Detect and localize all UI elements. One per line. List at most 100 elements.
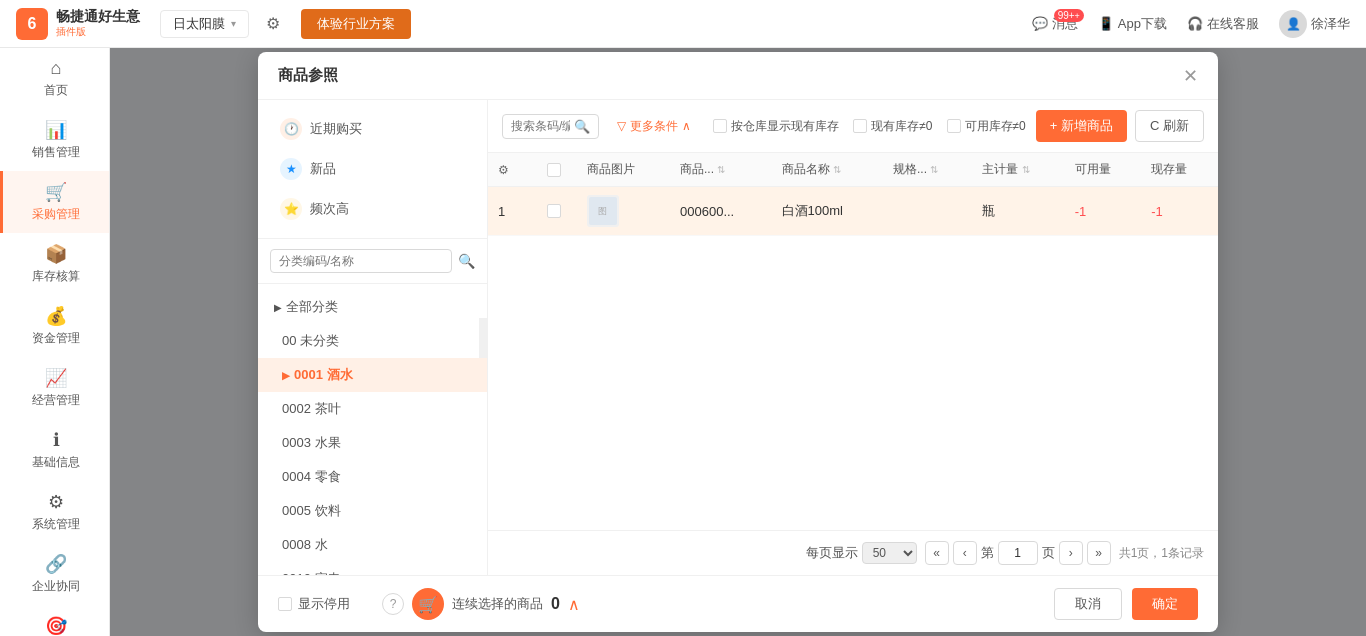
footer-left: 显示停用 bbox=[278, 595, 350, 613]
th-spec[interactable]: 规格... ⇅ bbox=[883, 153, 972, 187]
sidebar-item-cooperation[interactable]: 🔗 企业协同 bbox=[0, 543, 109, 605]
quick-recent-purchase[interactable]: 🕐 近期购买 bbox=[270, 112, 475, 146]
category-00[interactable]: 00 未分类 bbox=[258, 324, 487, 358]
show-disabled-checkbox[interactable]: 显示停用 bbox=[278, 595, 350, 613]
td-spec bbox=[883, 187, 972, 236]
sidebar-item-sales[interactable]: 📊 销售管理 bbox=[0, 109, 109, 171]
filter-label: 更多条件 bbox=[630, 118, 678, 135]
settings-icon[interactable]: ⚙ bbox=[257, 8, 289, 40]
first-page-button[interactable]: « bbox=[925, 541, 949, 565]
quick-access-panel: 🕐 近期购买 ★ 新品 ⭐ 频次高 bbox=[258, 100, 487, 239]
sidebar-item-operations[interactable]: 📈 经营管理 bbox=[0, 357, 109, 419]
prev-page-button[interactable]: ‹ bbox=[953, 541, 977, 565]
sidebar-item-home[interactable]: ⌂ 首页 bbox=[0, 48, 109, 109]
sidebar-item-inventory[interactable]: 📦 库存核算 bbox=[0, 233, 109, 295]
quick-new-products[interactable]: ★ 新品 bbox=[270, 152, 475, 186]
modal-overlay: 商品参照 ✕ 🕐 近期购买 ★ bbox=[110, 48, 1366, 636]
th-unit[interactable]: 主计量 ⇅ bbox=[972, 153, 1064, 187]
sales-icon: 📊 bbox=[45, 119, 67, 141]
table-body: 1 图 000600... 白酒100ml bbox=[488, 187, 1218, 236]
main-layout: ⌂ 首页 📊 销售管理 🛒 采购管理 📦 库存核算 💰 资金管理 📈 经营管理 … bbox=[0, 48, 1366, 636]
sidebar-label-inventory: 库存核算 bbox=[32, 268, 80, 285]
td-available: -1 bbox=[1065, 187, 1142, 236]
th-checkbox[interactable] bbox=[530, 153, 577, 187]
td-code: 000600... bbox=[670, 187, 772, 236]
checkbox-available-stock[interactable]: 现有库存≠0 bbox=[853, 118, 932, 135]
footer-middle: ? 🛒 连续选择的商品 0 ∧ bbox=[382, 588, 580, 620]
modal-close-button[interactable]: ✕ bbox=[1183, 67, 1198, 85]
phone-icon: 📱 bbox=[1098, 16, 1114, 31]
page-navigation: « ‹ 第 页 › » bbox=[925, 541, 1111, 565]
total-info: 共1页，1条记录 bbox=[1119, 545, 1204, 562]
store-name: 日太阳膜 bbox=[173, 15, 225, 33]
purchase-icon: 🛒 bbox=[45, 181, 67, 203]
panel-collapse-button[interactable]: 《 bbox=[479, 318, 488, 358]
sidebar-item-purchase[interactable]: 🛒 采购管理 bbox=[0, 171, 109, 233]
refresh-button[interactable]: C 刷新 bbox=[1135, 110, 1204, 142]
sidebar-label-cooperation: 企业协同 bbox=[32, 578, 80, 595]
last-page-button[interactable]: » bbox=[1087, 541, 1111, 565]
store-selector[interactable]: 日太阳膜 ▾ bbox=[160, 10, 249, 38]
th-gear[interactable]: ⚙ bbox=[488, 153, 530, 187]
table-row[interactable]: 1 图 000600... 白酒100ml bbox=[488, 187, 1218, 236]
headset-icon: 🎧 bbox=[1187, 16, 1203, 31]
warehouse-stock-checkbox[interactable] bbox=[713, 119, 727, 133]
th-available: 可用量 bbox=[1065, 153, 1142, 187]
category-0008[interactable]: 0008 水 bbox=[258, 528, 487, 562]
next-page-button[interactable]: › bbox=[1059, 541, 1083, 565]
add-product-button[interactable]: + 新增商品 bbox=[1036, 110, 1127, 142]
th-code[interactable]: 商品... ⇅ bbox=[670, 153, 772, 187]
recent-purchase-icon: 🕐 bbox=[280, 118, 302, 140]
category-0003[interactable]: 0003 水果 bbox=[258, 426, 487, 460]
category-0002[interactable]: 0002 茶叶 bbox=[258, 392, 487, 426]
app-download-item[interactable]: 📱 App下载 bbox=[1098, 15, 1167, 33]
usable-stock-checkbox[interactable] bbox=[947, 119, 961, 133]
confirm-button[interactable]: 确定 bbox=[1132, 588, 1198, 620]
pagination: 每页显示 50 10 20 100 « ‹ bbox=[488, 530, 1218, 575]
td-name: 白酒100ml bbox=[772, 187, 883, 236]
category-0010[interactable]: 0010 家电 bbox=[258, 562, 487, 575]
category-0005[interactable]: 0005 饮料 bbox=[258, 494, 487, 528]
available-stock-checkbox[interactable] bbox=[853, 119, 867, 133]
checkbox-warehouse-stock[interactable]: 按仓库显示现有库存 bbox=[713, 118, 839, 135]
footer-collapse-button[interactable]: ∧ bbox=[568, 595, 580, 614]
sidebar-item-basic[interactable]: ℹ 基础信息 bbox=[0, 419, 109, 481]
category-search-input[interactable] bbox=[270, 249, 452, 273]
table: ⚙ 商品图片 商品... ⇅ 商品名称 ⇅ 规格... ⇅ 主计量 ⇅ 可用量 bbox=[488, 153, 1218, 236]
category-0001[interactable]: ▶ 0001 酒水 bbox=[258, 358, 487, 392]
help-icon[interactable]: ? bbox=[382, 593, 404, 615]
message-icon: 💬 bbox=[1032, 16, 1048, 31]
checkbox-usable-stock[interactable]: 可用库存≠0 bbox=[947, 118, 1026, 135]
product-search-input[interactable] bbox=[511, 119, 570, 133]
page-size-select[interactable]: 50 10 20 100 bbox=[862, 542, 917, 564]
quick-frequent[interactable]: ⭐ 频次高 bbox=[270, 192, 475, 226]
trial-button[interactable]: 体验行业方案 bbox=[301, 9, 411, 39]
cooperation-icon: 🔗 bbox=[45, 553, 67, 575]
cat-0002-label: 0002 茶叶 bbox=[282, 400, 341, 418]
app-download-label: App下载 bbox=[1118, 15, 1167, 33]
product-search-box: 🔍 bbox=[502, 114, 599, 139]
category-search-area: 🔍 bbox=[258, 239, 487, 284]
sidebar-item-guide[interactable]: 🎯 新手引导 bbox=[0, 605, 109, 636]
page-number-input[interactable] bbox=[998, 541, 1038, 565]
td-checkbox[interactable] bbox=[530, 187, 577, 236]
product-search-icon[interactable]: 🔍 bbox=[574, 119, 590, 134]
disabled-checkbox[interactable] bbox=[278, 597, 292, 611]
cancel-button[interactable]: 取消 bbox=[1054, 588, 1122, 620]
cart-button[interactable]: 🛒 bbox=[412, 588, 444, 620]
category-all[interactable]: ▶ 全部分类 bbox=[258, 290, 487, 324]
sidebar-item-finance[interactable]: 💰 资金管理 bbox=[0, 295, 109, 357]
sidebar-item-system[interactable]: ⚙ 系统管理 bbox=[0, 481, 109, 543]
category-search-icon[interactable]: 🔍 bbox=[458, 253, 475, 269]
online-service-item[interactable]: 🎧 在线客服 bbox=[1187, 15, 1259, 33]
top-nav: 6 畅捷通好生意 插件版 日太阳膜 ▾ ⚙ 体验行业方案 💬 消息 99++ 📱… bbox=[0, 0, 1366, 48]
modal-body: 🕐 近期购买 ★ 新品 ⭐ 频次高 bbox=[258, 100, 1218, 575]
th-name[interactable]: 商品名称 ⇅ bbox=[772, 153, 883, 187]
system-icon: ⚙ bbox=[48, 491, 64, 513]
more-filter-button[interactable]: ▽ 更多条件 ∧ bbox=[609, 114, 699, 139]
category-0004[interactable]: 0004 零食 bbox=[258, 460, 487, 494]
messages-item[interactable]: 💬 消息 99++ bbox=[1032, 15, 1078, 33]
right-panel: 🔍 ▽ 更多条件 ∧ 按仓库显示现有库存 bbox=[488, 100, 1218, 575]
user-item[interactable]: 👤 徐泽华 bbox=[1279, 10, 1350, 38]
logo-sub: 插件版 bbox=[56, 25, 140, 39]
